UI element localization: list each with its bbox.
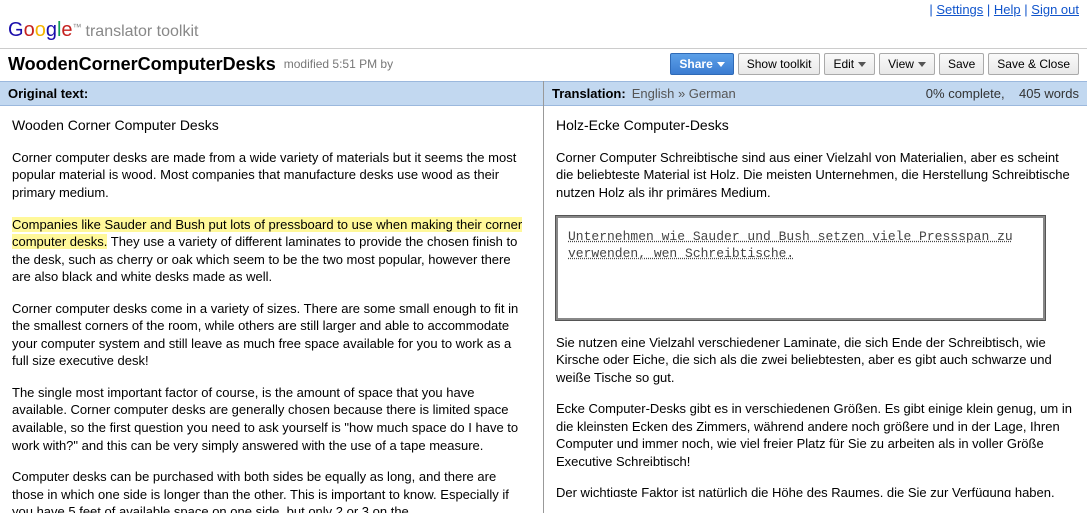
save-button[interactable]: Save	[939, 53, 984, 75]
translation-heading: Holz-Ecke Computer-Desks	[556, 116, 1075, 135]
top-links: | Settings | Help | Sign out	[0, 0, 1087, 19]
signout-link[interactable]: Sign out	[1031, 2, 1079, 17]
google-logo: Google™ translator toolkit	[8, 19, 198, 42]
segment-editor[interactable]: Unternehmen wie Sauder und Bush setzen v…	[556, 216, 1045, 320]
logo-subtitle: translator toolkit	[86, 23, 199, 41]
original-heading: Wooden Corner Computer Desks	[12, 116, 531, 135]
language-path: English » German	[632, 86, 736, 101]
segment-editor-text: Unternehmen wie Sauder und Bush setzen v…	[568, 229, 1013, 262]
trademark: ™	[73, 22, 82, 32]
completion-pct: 0% complete,	[926, 86, 1005, 101]
arrow-icon: »	[678, 86, 689, 101]
save-close-button[interactable]: Save & Close	[988, 53, 1079, 75]
lang-from: English	[632, 86, 675, 101]
translation-pane: Translation: English » German 0% complet…	[544, 81, 1087, 513]
edit-menu-button[interactable]: Edit	[824, 53, 875, 75]
translation-paragraph: Ecke Computer-Desks gibt es in verschied…	[556, 400, 1075, 470]
view-menu-button[interactable]: View	[879, 53, 935, 75]
original-paragraph: Corner computer desks are made from a wi…	[12, 149, 531, 202]
translation-pane-header: Translation: English » German 0% complet…	[544, 81, 1087, 106]
help-link[interactable]: Help	[994, 2, 1021, 17]
share-label: Share	[679, 57, 712, 71]
toolbar: Share Show toolkit Edit View Save Save &…	[670, 53, 1079, 75]
translation-body[interactable]: Holz-Ecke Computer-Desks Corner Computer…	[544, 106, 1087, 497]
edit-label: Edit	[833, 57, 854, 71]
translation-stats: 0% complete, 405 words	[926, 86, 1079, 101]
original-paragraph: Companies like Sauder and Bush put lots …	[12, 216, 531, 286]
separator: |	[987, 2, 994, 17]
chevron-down-icon	[717, 62, 725, 67]
original-pane: Original text: Wooden Corner Computer De…	[0, 81, 544, 513]
show-toolkit-button[interactable]: Show toolkit	[738, 53, 821, 75]
settings-link[interactable]: Settings	[936, 2, 983, 17]
original-pane-header: Original text:	[0, 81, 543, 106]
document-title: WoodenCornerComputerDesks	[8, 54, 276, 75]
original-paragraph: Computer desks can be purchased with bot…	[12, 468, 531, 513]
translation-paragraph: Sie nutzen eine Vielzahl verschiedener L…	[556, 334, 1075, 387]
original-paragraph: Corner computer desks come in a variety …	[12, 300, 531, 370]
horizontal-scrollbar[interactable]	[544, 497, 1087, 513]
view-label: View	[888, 57, 914, 71]
document-meta: modified 5:51 PM by	[284, 57, 393, 71]
app-header: Google™ translator toolkit	[0, 19, 1087, 49]
translation-paragraph: Corner Computer Schreibtische sind aus e…	[556, 149, 1075, 202]
lang-to: German	[689, 86, 736, 101]
original-header-label: Original text:	[8, 86, 88, 101]
document-row: WoodenCornerComputerDesks modified 5:51 …	[0, 49, 1087, 81]
word-count: 405 words	[1019, 86, 1079, 101]
share-button[interactable]: Share	[670, 53, 733, 75]
original-paragraph: The single most important factor of cour…	[12, 384, 531, 454]
chevron-down-icon	[858, 62, 866, 67]
translation-paragraph: Der wichtigste Faktor ist natürlich die …	[556, 484, 1075, 497]
chevron-down-icon	[918, 62, 926, 67]
translation-header-label: Translation:	[552, 86, 626, 101]
panes: Original text: Wooden Corner Computer De…	[0, 81, 1087, 513]
original-text-body[interactable]: Wooden Corner Computer Desks Corner comp…	[0, 106, 543, 513]
